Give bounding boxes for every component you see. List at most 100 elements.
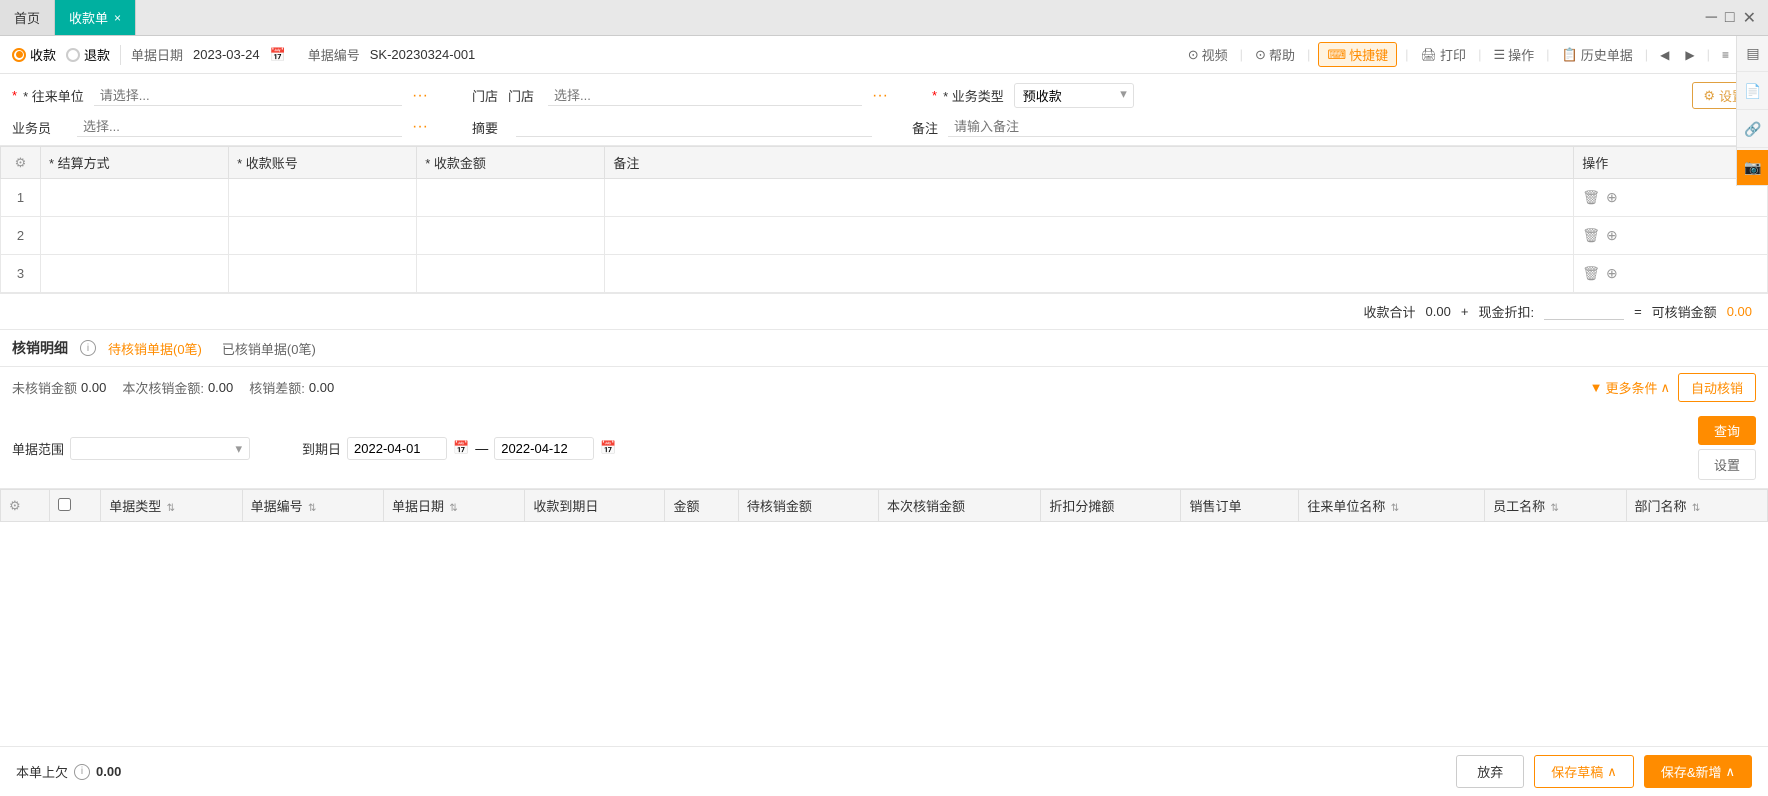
range-select[interactable]	[70, 437, 250, 460]
row-2-num: 2	[1, 217, 41, 255]
row-2-settle[interactable]	[41, 217, 229, 255]
partner-label: * 往来单位	[23, 86, 84, 105]
partner-input[interactable]	[94, 86, 402, 106]
shortcut-btn[interactable]: ⌨ 快捷键	[1318, 42, 1397, 67]
help-btn[interactable]: ⊙ 帮助	[1251, 43, 1299, 66]
print-icon: 🖨	[1421, 47, 1438, 63]
unchecked-label: 未核销金额	[12, 378, 77, 397]
save-new-btn[interactable]: 保存&新增 ∧	[1644, 755, 1752, 788]
row-2-copy-icon[interactable]: ⊕	[1606, 227, 1618, 244]
remark-input[interactable]	[948, 117, 1756, 137]
abandon-btn[interactable]: 放弃	[1456, 755, 1524, 788]
sidebar-camera-icon[interactable]: 📷	[1737, 150, 1768, 186]
store-input[interactable]	[548, 86, 862, 106]
tab-receipt[interactable]: 收款单 ×	[55, 0, 136, 35]
sidebar-doc-icon[interactable]: 📄	[1737, 74, 1768, 110]
vcol-amount-header: 金额	[665, 490, 738, 522]
verify-actions: ▼ 更多条件 ∧ 自动核销	[1590, 373, 1756, 402]
sort-doc-date-icon[interactable]: ⇅	[449, 503, 457, 514]
this-order-info-icon[interactable]: i	[74, 764, 90, 780]
query-btn[interactable]: 查询	[1698, 416, 1756, 445]
row-1-amount[interactable]	[417, 179, 605, 217]
operation-btn[interactable]: ☰ 操作	[1489, 43, 1538, 66]
divider-1	[120, 45, 121, 65]
discount-input[interactable]	[1544, 304, 1624, 320]
history-btn[interactable]: 📋 历史单据	[1558, 43, 1637, 66]
maximize-btn[interactable]: □	[1725, 9, 1735, 27]
sidebar-link-icon[interactable]: 🔗	[1737, 112, 1768, 148]
partner-more-btn[interactable]: ···	[408, 87, 432, 105]
save-draft-chevron: ∧	[1607, 764, 1617, 780]
date-to-input[interactable]	[494, 437, 594, 460]
row-2-delete-icon[interactable]: 🗑	[1582, 227, 1600, 244]
table-gear-icon[interactable]: ⚙	[15, 155, 27, 170]
print-btn[interactable]: 🖨 打印	[1417, 43, 1471, 66]
staff-input[interactable]	[77, 117, 402, 137]
row-1-delete-icon[interactable]: 🗑	[1582, 189, 1600, 206]
toolbar: 收款 退款 单据日期 2023-03-24 📅 单据编号 SK-20230324…	[0, 36, 1768, 74]
more-conditions-btn[interactable]: ▼ 更多条件 ∧	[1590, 378, 1670, 397]
tab-receipt-close[interactable]: ×	[114, 11, 121, 25]
row-3-settle[interactable]	[41, 255, 229, 293]
save-draft-btn[interactable]: 保存草稿 ∧	[1534, 755, 1634, 788]
radio-refund[interactable]: 退款	[66, 45, 110, 64]
row-3-remark[interactable]	[605, 255, 1574, 293]
close-btn[interactable]: ✕	[1743, 8, 1756, 28]
sort-staff-icon[interactable]: ⇅	[1551, 503, 1559, 514]
col-account-no-header: * 收款账号	[229, 147, 417, 179]
nav-next-btn[interactable]: ▶	[1681, 46, 1698, 64]
sidebar-table-icon[interactable]: ▤	[1737, 36, 1768, 72]
row-3-copy-icon[interactable]: ⊕	[1606, 265, 1618, 282]
summary-input[interactable]	[516, 117, 872, 137]
sort-doc-no-icon[interactable]: ⇅	[308, 503, 316, 514]
net-label: 可核销金额	[1652, 302, 1717, 321]
verify-completed-tab[interactable]: 已核销单据(0笔)	[222, 339, 316, 358]
col-setting-header: ⚙	[1, 147, 41, 179]
receipt-table-section: ⚙ * 结算方式 * 收款账号 * 收款金额 备注	[0, 146, 1768, 330]
biz-type-dropdown[interactable]: 预收款	[1014, 83, 1134, 108]
sort-partner-icon[interactable]: ⇅	[1391, 503, 1399, 514]
minimize-btn[interactable]: ─	[1706, 9, 1717, 27]
row-1-remark[interactable]	[605, 179, 1574, 217]
row-1-copy-icon[interactable]: ⊕	[1606, 189, 1618, 206]
store-more-btn[interactable]: ···	[868, 87, 892, 105]
tab-home[interactable]: 首页	[0, 0, 55, 35]
row-3-delete-icon[interactable]: 🗑	[1582, 265, 1600, 282]
stat-current: 本次核销金额: 0.00	[122, 378, 233, 397]
vtable-gear-icon[interactable]: ⚙	[9, 498, 21, 513]
history-icon: 📋	[1562, 47, 1578, 63]
nav-prev-btn[interactable]: ◀	[1656, 46, 1673, 64]
sort-dept-icon[interactable]: ⇅	[1692, 503, 1700, 514]
abandon-label: 放弃	[1477, 765, 1503, 780]
row-3-amount[interactable]	[417, 255, 605, 293]
help-icon: ⊙	[1255, 47, 1266, 63]
staff-more-btn[interactable]: ···	[408, 118, 432, 136]
row-2-amount[interactable]	[417, 217, 605, 255]
layout-list-btn[interactable]: ≡	[1718, 46, 1733, 64]
video-btn[interactable]: ⊙ 视频	[1184, 43, 1232, 66]
vcol-discount-header: 折扣分摊额	[1041, 490, 1181, 522]
main-container: 收款 退款 单据日期 2023-03-24 📅 单据编号 SK-20230324…	[0, 36, 1768, 796]
range-select-wrapper	[70, 437, 250, 460]
row-2-account[interactable]	[229, 217, 417, 255]
date-from-input[interactable]	[347, 437, 447, 460]
verify-info-icon[interactable]: i	[80, 340, 96, 356]
radio-receipt[interactable]: 收款	[12, 45, 56, 64]
auto-verify-btn[interactable]: 自动核销	[1678, 373, 1756, 402]
current-label: 本次核销金额:	[122, 378, 204, 397]
date-picker-icon[interactable]: 📅	[270, 47, 286, 63]
vcol-partner-header: 往来单位名称 ⇅	[1299, 490, 1485, 522]
cal-from-icon[interactable]: 📅	[453, 440, 469, 456]
row-1-settle[interactable]	[41, 179, 229, 217]
row-2-remark[interactable]	[605, 217, 1574, 255]
radio-refund-indicator	[66, 48, 80, 62]
vcol-select-all[interactable]	[58, 498, 71, 511]
doc-no-label: 单据编号	[308, 45, 360, 64]
row-1-account[interactable]	[229, 179, 417, 217]
biz-type-required: *	[932, 88, 937, 103]
cal-to-icon[interactable]: 📅	[600, 440, 616, 456]
sort-doc-type-icon[interactable]: ⇅	[167, 503, 175, 514]
verify-pending-tab[interactable]: 待核销单据(0笔)	[108, 339, 202, 358]
row-3-account[interactable]	[229, 255, 417, 293]
verify-settings-btn[interactable]: 设置	[1698, 449, 1756, 480]
